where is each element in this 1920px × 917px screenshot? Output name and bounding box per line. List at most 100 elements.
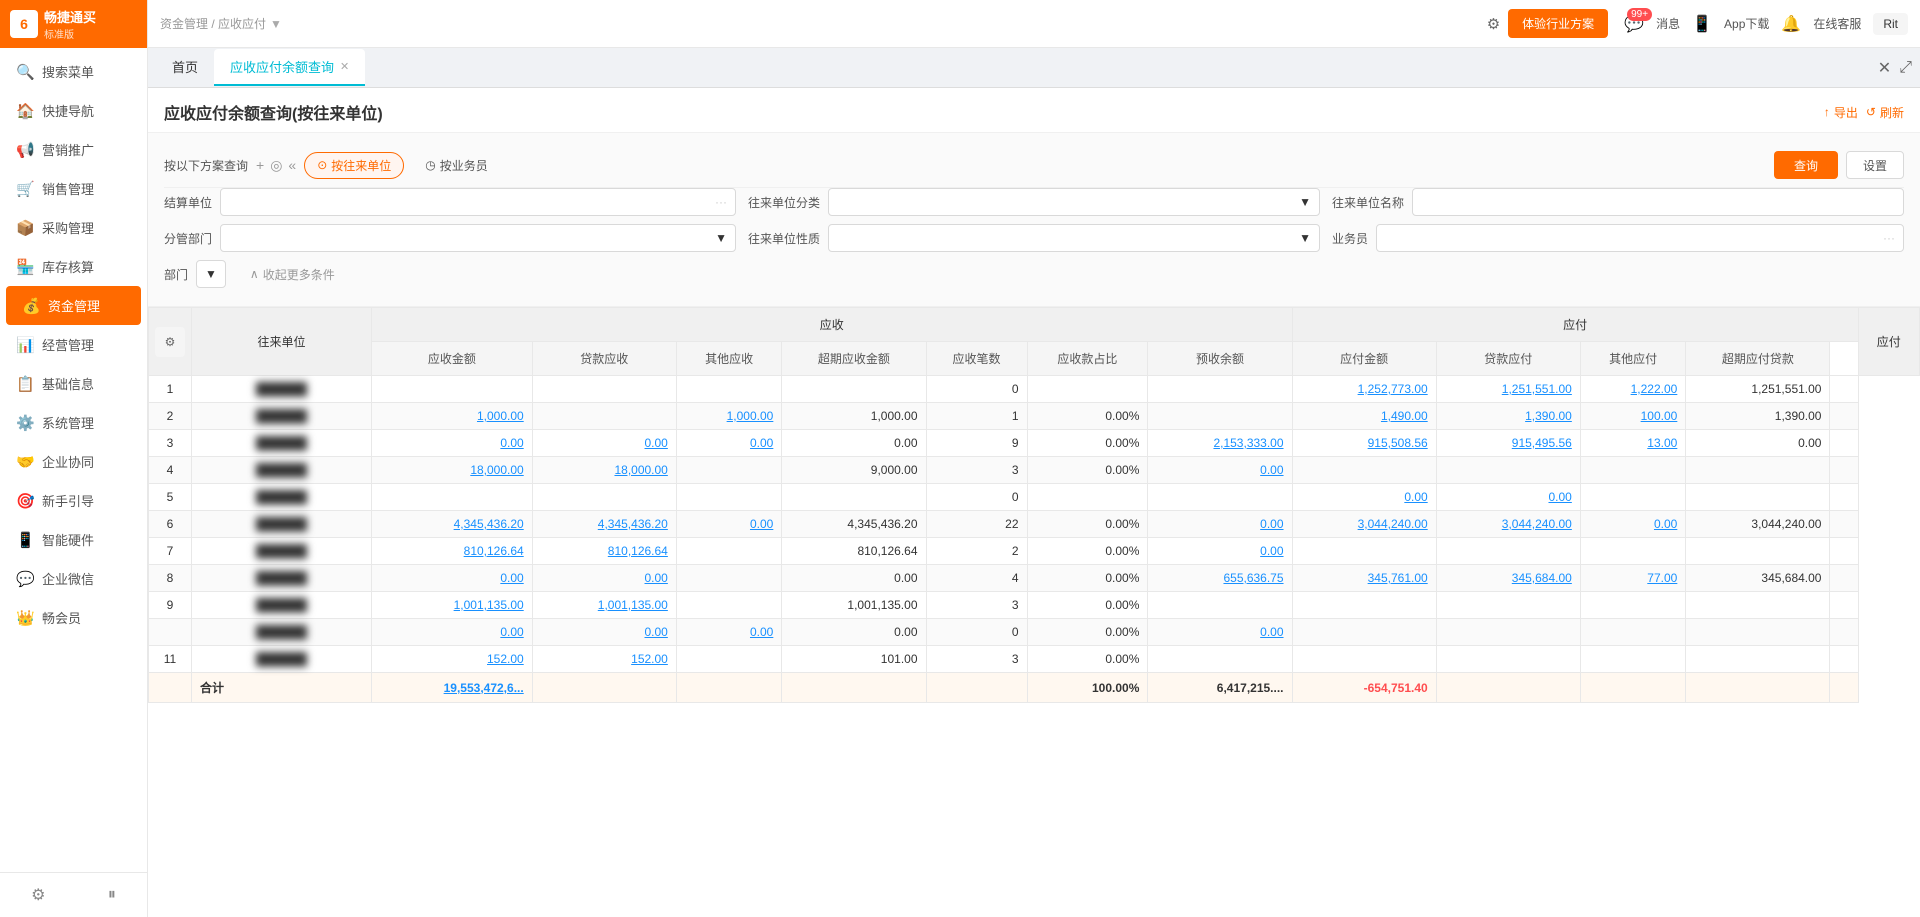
table-cell[interactable] [372,484,533,511]
scheme-edit-icon[interactable]: ◎ [270,157,282,174]
table-cell[interactable]: 0.00 [1436,484,1580,511]
table-cell[interactable] [1148,484,1292,511]
filter-settlement-input[interactable]: ··· [220,188,736,216]
message-icon[interactable]: 💬 99+ [1624,14,1644,34]
table-cell[interactable] [372,376,533,403]
sidebar-item-vip[interactable]: 👑 畅会员 [0,598,147,637]
table-cell[interactable]: 2,153,333.00 [1148,430,1292,457]
filter-partner-nature-select[interactable]: ▼ [828,224,1320,252]
table-cell[interactable] [1292,619,1436,646]
table-cell[interactable] [676,565,781,592]
table-cell[interactable]: 4,345,436.20 [372,511,533,538]
filter-partner-name-input[interactable] [1412,188,1904,216]
table-cell[interactable]: 915,495.56 [1436,430,1580,457]
table-cell[interactable] [1580,592,1685,619]
table-cell[interactable]: 3,044,240.00 [1292,511,1436,538]
table-cell[interactable]: 1,001,135.00 [372,592,533,619]
table-cell[interactable] [1580,484,1685,511]
table-cell[interactable]: 810,126.64 [532,538,676,565]
sidebar-item-inventory[interactable]: 🏪 库存核算 [0,247,147,286]
table-cell[interactable]: 0.00 [372,430,533,457]
filter-dept-select[interactable]: ▼ [196,260,226,288]
topbar-dropdown-icon[interactable]: ▼ [270,17,282,31]
table-cell[interactable]: 0.00 [532,565,676,592]
table-cell[interactable] [1148,592,1292,619]
table-cell[interactable]: 0.00 [1148,511,1292,538]
scheme-by-salesperson[interactable]: ◷ 按业务员 [412,152,501,179]
table-cell[interactable] [676,484,781,511]
setting-button[interactable]: 设置 [1846,151,1904,179]
table-cell[interactable]: 3,044,240.00 [1436,511,1580,538]
user-avatar[interactable]: Rit [1873,13,1908,35]
table-cell[interactable] [676,376,781,403]
sidebar-item-sales[interactable]: 🛒 销售管理 [0,169,147,208]
table-cell[interactable] [1148,646,1292,673]
tab-close-icon[interactable]: ✕ [340,60,349,73]
table-cell[interactable] [1436,538,1580,565]
table-cell[interactable] [1580,619,1685,646]
table-cell[interactable] [1148,376,1292,403]
table-cell[interactable]: 0.00 [532,619,676,646]
sidebar-item-search-menu[interactable]: 🔍 搜索菜单 [0,52,147,91]
query-button[interactable]: 查询 [1774,151,1838,179]
table-cell[interactable] [532,484,676,511]
table-cell[interactable] [1436,457,1580,484]
sidebar-item-guide[interactable]: 🎯 新手引导 [0,481,147,520]
sidebar-item-system[interactable]: ⚙️ 系统管理 [0,403,147,442]
table-cell[interactable]: 0.00 [676,619,781,646]
table-cell[interactable] [1292,538,1436,565]
table-cell[interactable]: 77.00 [1580,565,1685,592]
table-cell[interactable]: 1,000.00 [372,403,533,430]
solution-button[interactable]: 体验行业方案 [1508,9,1608,38]
export-button[interactable]: ↑ 导出 [1824,104,1858,121]
table-cell[interactable]: 345,761.00 [1292,565,1436,592]
sidebar-item-enterprise-wechat[interactable]: 💬 企业微信 [0,559,147,598]
table-settings-icon[interactable]: ⚙ [155,327,185,357]
sidebar-item-finance[interactable]: 💰 资金管理 [6,286,141,325]
sidebar-settings-icon[interactable]: ⚙ [23,881,53,909]
table-cell[interactable]: 0.00 [676,511,781,538]
table-cell[interactable]: 13.00 [1580,430,1685,457]
app-download-icon[interactable]: 📱 [1692,14,1712,34]
table-cell[interactable]: 1,251,551.00 [1436,376,1580,403]
sidebar-item-enterprise[interactable]: 🤝 企业协同 [0,442,147,481]
sidebar-item-operation[interactable]: 📊 经营管理 [0,325,147,364]
scheme-by-partner[interactable]: ⊙ 按往来单位 [304,152,404,179]
tab-home[interactable]: 首页 [156,49,214,86]
table-cell[interactable]: 0.00 [1580,511,1685,538]
collapse-button[interactable]: ∧ 收起更多条件 [250,266,1904,283]
table-cell[interactable]: 1,252,773.00 [1292,376,1436,403]
sidebar-item-purchase[interactable]: 📦 采购管理 [0,208,147,247]
table-cell[interactable]: 0.00 [532,430,676,457]
table-cell[interactable] [1148,403,1292,430]
scheme-collapse-icon[interactable]: « [288,157,296,173]
table-cell[interactable] [532,403,676,430]
table-cell[interactable] [676,646,781,673]
table-cell[interactable]: 0.00 [676,430,781,457]
table-cell[interactable] [676,457,781,484]
scheme-add-icon[interactable]: + [256,157,264,173]
topbar-gear-icon[interactable]: ⚙ [1487,15,1500,33]
table-cell[interactable] [1436,619,1580,646]
sidebar-item-quick-nav[interactable]: 🏠 快捷导航 [0,91,147,130]
table-cell[interactable]: 0.00 [1148,538,1292,565]
filter-dept-manager-select[interactable]: ▼ [220,224,736,252]
table-cell[interactable]: 0.00 [1148,619,1292,646]
table-cell[interactable]: 1,390.00 [1436,403,1580,430]
table-cell[interactable] [676,538,781,565]
table-cell[interactable]: 1,001,135.00 [532,592,676,619]
table-cell[interactable]: 0.00 [1292,484,1436,511]
table-cell[interactable] [1292,457,1436,484]
online-service-icon[interactable]: 🔔 [1781,14,1801,34]
table-cell[interactable]: 152.00 [372,646,533,673]
table-cell[interactable]: 0.00 [372,619,533,646]
table-cell[interactable]: 1,490.00 [1292,403,1436,430]
table-cell[interactable]: 18,000.00 [532,457,676,484]
table-cell[interactable] [1580,457,1685,484]
sidebar-item-smart-hardware[interactable]: 📱 智能硬件 [0,520,147,559]
table-cell[interactable]: 810,126.64 [372,538,533,565]
table-cell[interactable]: 0.00 [1148,457,1292,484]
sidebar-item-basic-info[interactable]: 📋 基础信息 [0,364,147,403]
table-cell[interactable]: 100.00 [1580,403,1685,430]
table-cell[interactable] [1580,538,1685,565]
